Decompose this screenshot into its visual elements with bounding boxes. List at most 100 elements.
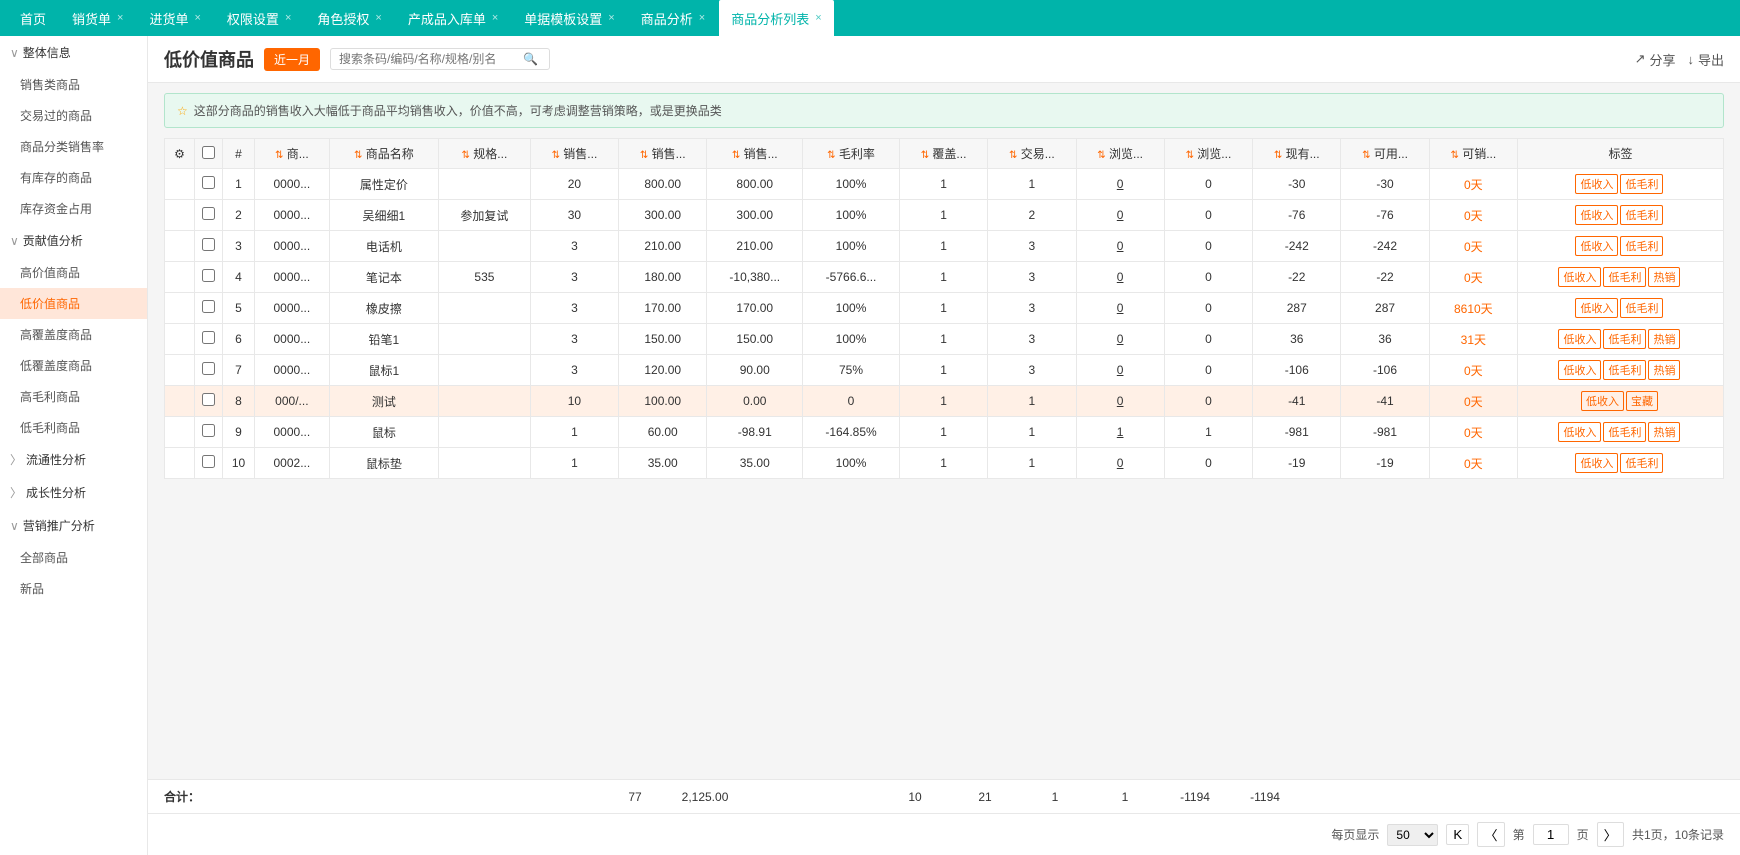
col-browse1[interactable]: ⇅ 浏览...: [1076, 139, 1164, 169]
col-cover[interactable]: ⇅ 覆盖...: [899, 139, 987, 169]
col-margin[interactable]: ⇅ 毛利率: [803, 139, 900, 169]
tag-badge: 低收入: [1581, 391, 1624, 411]
col-gear[interactable]: ⚙: [165, 139, 195, 169]
search-input[interactable]: [339, 52, 519, 66]
filter-button[interactable]: 近一月: [264, 48, 320, 71]
browse-link[interactable]: 1: [1117, 425, 1124, 439]
sidebar-section-growth[interactable]: 〉 成长性分析: [0, 476, 147, 509]
browse-link[interactable]: 0: [1117, 177, 1124, 191]
first-page-button[interactable]: K: [1446, 824, 1469, 845]
cell-browse1: 0: [1076, 386, 1164, 417]
table-row: 8 000/... 测试 10 100.00 0.00 0 1 1 0 0 -4…: [165, 386, 1724, 417]
sidebar-item-low-margin[interactable]: 低毛利商品: [0, 412, 147, 443]
close-icon[interactable]: ×: [608, 12, 614, 24]
close-icon[interactable]: ×: [285, 12, 291, 24]
browse-link[interactable]: 0: [1117, 363, 1124, 377]
nav-product-warehousing[interactable]: 产成品入库单 ×: [396, 0, 510, 36]
sidebar-item-high-value[interactable]: 高价值商品: [0, 257, 147, 288]
nav-template-settings[interactable]: 单据模板设置 ×: [512, 0, 626, 36]
cell-name: 吴细细1: [329, 200, 438, 231]
col-saleable[interactable]: ⇅ 可销...: [1429, 139, 1517, 169]
sidebar-item-all-goods[interactable]: 全部商品: [0, 542, 147, 573]
col-sale2[interactable]: ⇅ 销售...: [619, 139, 707, 169]
close-icon[interactable]: ×: [699, 12, 705, 24]
row-checkbox[interactable]: [202, 393, 215, 406]
close-icon[interactable]: ×: [194, 12, 200, 24]
next-page-button[interactable]: 〉: [1597, 822, 1624, 847]
table-header-row: ⚙ # ⇅ 商... ⇅ 商品名称 ⇅ 规格... ⇅ 销售... ⇅ 销售..…: [165, 139, 1724, 169]
page-number-input[interactable]: [1533, 824, 1569, 845]
col-browse2[interactable]: ⇅ 浏览...: [1164, 139, 1252, 169]
prev-page-button[interactable]: 〈: [1477, 822, 1504, 847]
col-spec[interactable]: ⇅ 规格...: [439, 139, 531, 169]
share-button[interactable]: ↗ 分享: [1635, 50, 1676, 69]
row-checkbox[interactable]: [202, 269, 215, 282]
close-icon[interactable]: ×: [117, 12, 123, 24]
row-checkbox[interactable]: [202, 238, 215, 251]
row-checkbox[interactable]: [202, 176, 215, 189]
col-sale1[interactable]: ⇅ 销售...: [530, 139, 618, 169]
row-checkbox[interactable]: [202, 424, 215, 437]
sidebar-section-circulation[interactable]: 〉 流通性分析: [0, 443, 147, 476]
sidebar-item-category-sales-rate[interactable]: 商品分类销售率: [0, 131, 147, 162]
browse-link[interactable]: 0: [1117, 270, 1124, 284]
cell-code: 0000...: [255, 262, 330, 293]
nav-role-auth[interactable]: 角色授权 ×: [305, 0, 393, 36]
row-checkbox[interactable]: [202, 207, 215, 220]
cell-gear: [165, 169, 195, 200]
sidebar-item-low-value[interactable]: 低价值商品: [0, 288, 147, 319]
row-checkbox[interactable]: [202, 300, 215, 313]
col-name[interactable]: ⇅ 商品名称: [329, 139, 438, 169]
cell-sale2: 800.00: [619, 169, 707, 200]
row-checkbox[interactable]: [202, 331, 215, 344]
close-icon[interactable]: ×: [815, 12, 821, 24]
browse-link[interactable]: 0: [1117, 208, 1124, 222]
nav-product-analysis[interactable]: 商品分析 ×: [629, 0, 717, 36]
sidebar-item-stocked-goods[interactable]: 有库存的商品: [0, 162, 147, 193]
sidebar-item-sales-goods[interactable]: 销售类商品: [0, 69, 147, 100]
nav-permission-settings[interactable]: 权限设置 ×: [215, 0, 303, 36]
cell-num: 8: [223, 386, 255, 417]
nav-home[interactable]: 首页: [8, 0, 58, 36]
col-trade[interactable]: ⇅ 交易...: [988, 139, 1076, 169]
col-available[interactable]: ⇅ 可用...: [1341, 139, 1429, 169]
cell-cover: 1: [899, 231, 987, 262]
sidebar-item-high-margin[interactable]: 高毛利商品: [0, 381, 147, 412]
close-icon[interactable]: ×: [375, 12, 381, 24]
row-checkbox[interactable]: [202, 362, 215, 375]
export-button[interactable]: ↓ 导出: [1687, 50, 1724, 69]
close-icon[interactable]: ×: [492, 12, 498, 24]
cell-sale3: 150.00: [707, 324, 803, 355]
row-checkbox[interactable]: [202, 455, 215, 468]
sidebar-item-traded-goods[interactable]: 交易过的商品: [0, 100, 147, 131]
nav-sales-order[interactable]: 销货单 ×: [60, 0, 135, 36]
sidebar-item-new-goods[interactable]: 新品: [0, 573, 147, 604]
col-sale3[interactable]: ⇅ 销售...: [707, 139, 803, 169]
footer-sale3: [740, 790, 810, 804]
per-page-select[interactable]: 50 100 200: [1387, 824, 1438, 846]
browse-link[interactable]: 0: [1117, 332, 1124, 346]
cell-sale1: 3: [530, 324, 618, 355]
sidebar-section-marketing[interactable]: ∨ 营销推广分析: [0, 509, 147, 542]
nav-product-analysis-list[interactable]: 商品分析列表 ×: [719, 0, 833, 36]
col-current[interactable]: ⇅ 现有...: [1253, 139, 1341, 169]
cell-code: 0000...: [255, 293, 330, 324]
sidebar-section-overall[interactable]: ∨ 整体信息: [0, 36, 147, 69]
sidebar-item-low-coverage[interactable]: 低覆盖度商品: [0, 350, 147, 381]
select-all-checkbox[interactable]: [202, 146, 215, 159]
nav-purchase-order[interactable]: 进货单 ×: [137, 0, 212, 36]
browse-link[interactable]: 0: [1117, 456, 1124, 470]
cell-num: 5: [223, 293, 255, 324]
col-code[interactable]: ⇅ 商...: [255, 139, 330, 169]
cell-gear: [165, 386, 195, 417]
cell-available: 287: [1341, 293, 1429, 324]
browse-link[interactable]: 0: [1117, 301, 1124, 315]
cell-code: 000/...: [255, 386, 330, 417]
sidebar-item-inventory-capital[interactable]: 库存资金占用: [0, 193, 147, 224]
sidebar-section-contribution[interactable]: ∨ 贡献值分析: [0, 224, 147, 257]
browse-link[interactable]: 0: [1117, 239, 1124, 253]
cell-sale1: 20: [530, 169, 618, 200]
sidebar-item-high-coverage[interactable]: 高覆盖度商品: [0, 319, 147, 350]
tag-badge: 低毛利: [1620, 453, 1663, 473]
browse-link[interactable]: 0: [1117, 394, 1124, 408]
